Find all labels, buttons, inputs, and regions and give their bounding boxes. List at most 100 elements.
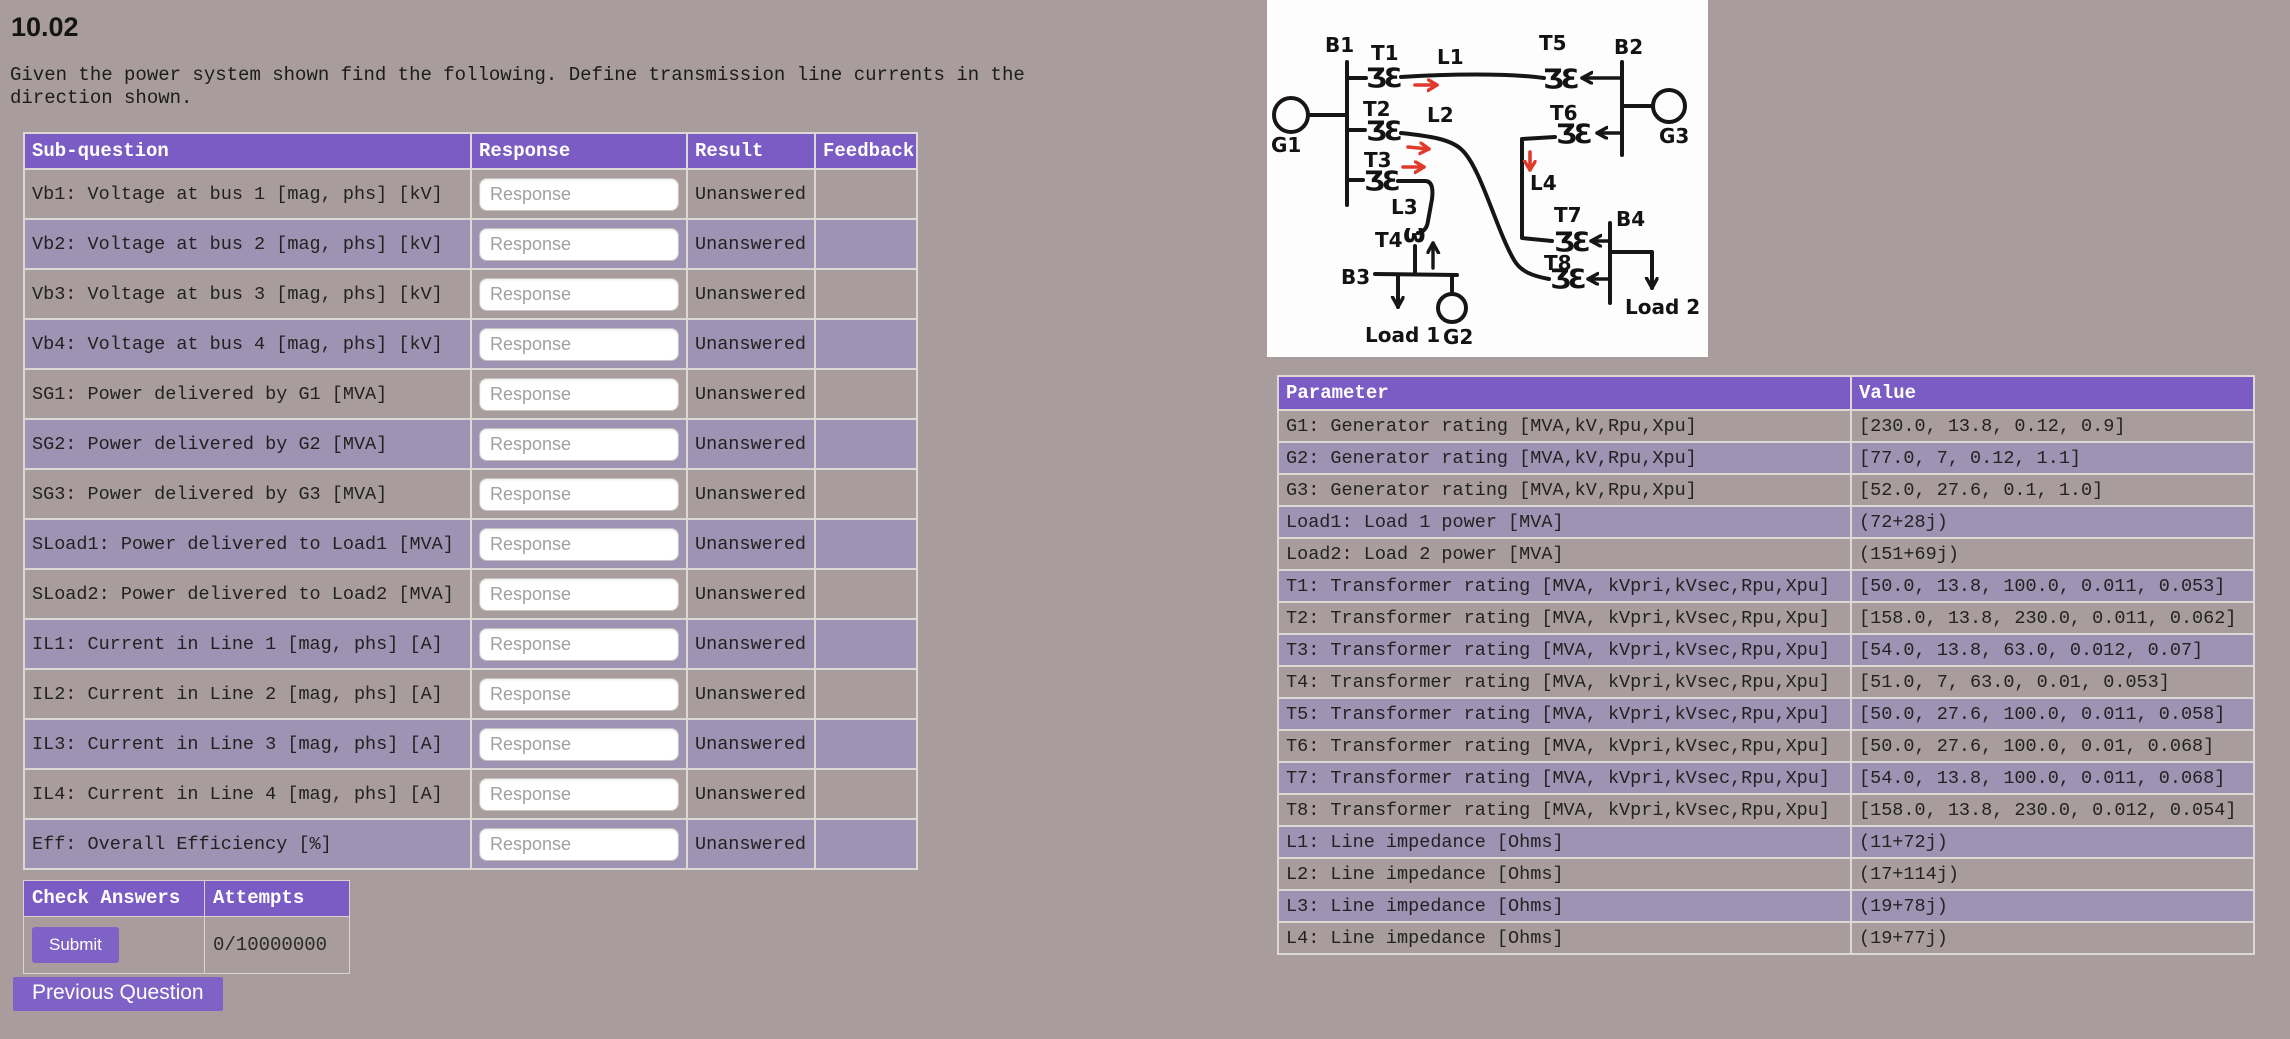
parameter-label: Load2: Load 2 power [MVA] <box>1279 539 1850 569</box>
label-b3: B3 <box>1341 265 1370 289</box>
label-t7: T7 <box>1554 203 1582 227</box>
parameter-row: Load2: Load 2 power [MVA] (151+69j) <box>1279 539 2253 569</box>
result-status: Unanswered <box>688 370 814 418</box>
result-status: Unanswered <box>688 320 814 368</box>
problem-description: Given the power system shown find the fo… <box>10 64 1025 109</box>
label-t8: T8 <box>1544 251 1572 275</box>
parameter-value: [158.0, 13.8, 230.0, 0.012, 0.054] <box>1852 795 2253 825</box>
response-input-il1[interactable] <box>479 627 679 661</box>
response-input-sload2[interactable] <box>479 577 679 611</box>
question-label: SG2: Power delivered by G2 [MVA] <box>25 420 470 468</box>
parameter-label: T1: Transformer rating [MVA, kVpri,kVsec… <box>1279 571 1850 601</box>
parameter-label: T5: Transformer rating [MVA, kVpri,kVsec… <box>1279 699 1850 729</box>
parameter-value: [50.0, 13.8, 100.0, 0.011, 0.053] <box>1852 571 2253 601</box>
parameter-label: L4: Line impedance [Ohms] <box>1279 923 1850 953</box>
question-label: SLoad1: Power delivered to Load1 [MVA] <box>25 520 470 568</box>
question-row: IL3: Current in Line 3 [mag, phs] [A] Un… <box>25 720 916 768</box>
result-status: Unanswered <box>688 270 814 318</box>
col-header-feedback: Feedback <box>816 134 916 168</box>
question-label: Eff: Overall Efficiency [%] <box>25 820 470 868</box>
feedback-cell <box>816 320 916 368</box>
parameter-value: [54.0, 13.8, 63.0, 0.012, 0.07] <box>1852 635 2253 665</box>
result-status: Unanswered <box>688 670 814 718</box>
response-input-vb1[interactable] <box>479 177 679 211</box>
parameter-value: (17+114j) <box>1852 859 2253 889</box>
response-input-vb4[interactable] <box>479 327 679 361</box>
transformer-t5-symbol: ƷƐ <box>1543 64 1578 95</box>
feedback-cell <box>816 170 916 218</box>
response-input-il3[interactable] <box>479 727 679 761</box>
question-label: IL1: Current in Line 1 [mag, phs] [A] <box>25 620 470 668</box>
question-label: SG1: Power delivered by G1 [MVA] <box>25 370 470 418</box>
parameter-value: [54.0, 13.8, 100.0, 0.011, 0.068] <box>1852 763 2253 793</box>
label-t5: T5 <box>1539 31 1567 55</box>
result-status: Unanswered <box>688 220 814 268</box>
feedback-cell <box>816 570 916 618</box>
parameter-label: T8: Transformer rating [MVA, kVpri,kVsec… <box>1279 795 1850 825</box>
page-title: 10.02 <box>11 12 79 42</box>
question-label: SG3: Power delivered by G3 [MVA] <box>25 470 470 518</box>
question-label: IL4: Current in Line 4 [mag, phs] [A] <box>25 770 470 818</box>
col-header-value: Value <box>1852 377 2253 409</box>
parameter-label: T2: Transformer rating [MVA, kVpri,kVsec… <box>1279 603 1850 633</box>
question-label: IL2: Current in Line 2 [mag, phs] [A] <box>25 670 470 718</box>
submit-button[interactable]: Submit <box>32 927 119 963</box>
parameter-label: L2: Line impedance [Ohms] <box>1279 859 1850 889</box>
question-row: Vb3: Voltage at bus 3 [mag, phs] [kV] Un… <box>25 270 916 318</box>
feedback-cell <box>816 520 916 568</box>
label-g3: G3 <box>1659 124 1689 148</box>
parameter-label: G3: Generator rating [MVA,kV,Rpu,Xpu] <box>1279 475 1850 505</box>
line-l2 <box>1399 131 1551 281</box>
response-input-sg3[interactable] <box>479 477 679 511</box>
label-l2: L2 <box>1427 103 1454 127</box>
label-l1: L1 <box>1437 45 1464 69</box>
parameter-row: T1: Transformer rating [MVA, kVpri,kVsec… <box>1279 571 2253 601</box>
label-t3: T3 <box>1364 148 1392 172</box>
result-status: Unanswered <box>688 470 814 518</box>
power-system-diagram-panel: ƷƐ ƷƐ ƷƐ ƷƐ ω ƷƐ ƷƐ ƷƐ B1 T1 L1 T5 B2 G1… <box>1267 0 1708 357</box>
question-label: SLoad2: Power delivered to Load2 [MVA] <box>25 570 470 618</box>
question-row: IL1: Current in Line 1 [mag, phs] [A] Un… <box>25 620 916 668</box>
response-input-il4[interactable] <box>479 777 679 811</box>
question-row: SLoad2: Power delivered to Load2 [MVA] U… <box>25 570 916 618</box>
col-header-result: Result <box>688 134 814 168</box>
previous-question-button[interactable]: Previous Question <box>13 977 223 1011</box>
question-row: Eff: Overall Efficiency [%] Unanswered <box>25 820 916 868</box>
result-status: Unanswered <box>688 820 814 868</box>
label-load1: Load 1 <box>1365 323 1440 347</box>
label-t4: T4 <box>1375 228 1403 252</box>
feedback-cell <box>816 220 916 268</box>
parameter-value: (151+69j) <box>1852 539 2253 569</box>
parameter-row: Load1: Load 1 power [MVA] (72+28j) <box>1279 507 2253 537</box>
feedback-cell <box>816 370 916 418</box>
one-line-diagram: ƷƐ ƷƐ ƷƐ ƷƐ ω ƷƐ ƷƐ ƷƐ B1 T1 L1 T5 B2 G1… <box>1271 31 1700 349</box>
transformer-t1-symbol: ƷƐ <box>1366 63 1401 94</box>
col-header-sub-question: Sub-question <box>25 134 470 168</box>
response-input-vb2[interactable] <box>479 227 679 261</box>
col-header-response: Response <box>472 134 686 168</box>
question-label: Vb3: Voltage at bus 3 [mag, phs] [kV] <box>25 270 470 318</box>
parameters-table: Parameter Value G1: Generator rating [MV… <box>1277 375 2255 955</box>
parameter-row: G2: Generator rating [MVA,kV,Rpu,Xpu] [7… <box>1279 443 2253 473</box>
result-status: Unanswered <box>688 170 814 218</box>
question-row: SG1: Power delivered by G1 [MVA] Unanswe… <box>25 370 916 418</box>
response-input-sg2[interactable] <box>479 427 679 461</box>
parameter-row: G3: Generator rating [MVA,kV,Rpu,Xpu] [5… <box>1279 475 2253 505</box>
questions-table: Sub-question Response Result Feedback Vb… <box>23 132 918 870</box>
result-status: Unanswered <box>688 620 814 668</box>
parameter-row: T7: Transformer rating [MVA, kVpri,kVsec… <box>1279 763 2253 793</box>
question-row: SG3: Power delivered by G3 [MVA] Unanswe… <box>25 470 916 518</box>
line-l1 <box>1399 72 1546 80</box>
response-input-sload1[interactable] <box>479 527 679 561</box>
question-row: SLoad1: Power delivered to Load1 [MVA] U… <box>25 520 916 568</box>
response-input-eff[interactable] <box>479 827 679 861</box>
question-row: SG2: Power delivered by G2 [MVA] Unanswe… <box>25 420 916 468</box>
parameter-row: T5: Transformer rating [MVA, kVpri,kVsec… <box>1279 699 2253 729</box>
parameter-row: T8: Transformer rating [MVA, kVpri,kVsec… <box>1279 795 2253 825</box>
load2-arrow <box>1608 250 1652 290</box>
response-input-sg1[interactable] <box>479 377 679 411</box>
parameter-value: [51.0, 7, 63.0, 0.01, 0.053] <box>1852 667 2253 697</box>
response-input-il2[interactable] <box>479 677 679 711</box>
response-input-vb3[interactable] <box>479 277 679 311</box>
parameter-row: G1: Generator rating [MVA,kV,Rpu,Xpu] [2… <box>1279 411 2253 441</box>
